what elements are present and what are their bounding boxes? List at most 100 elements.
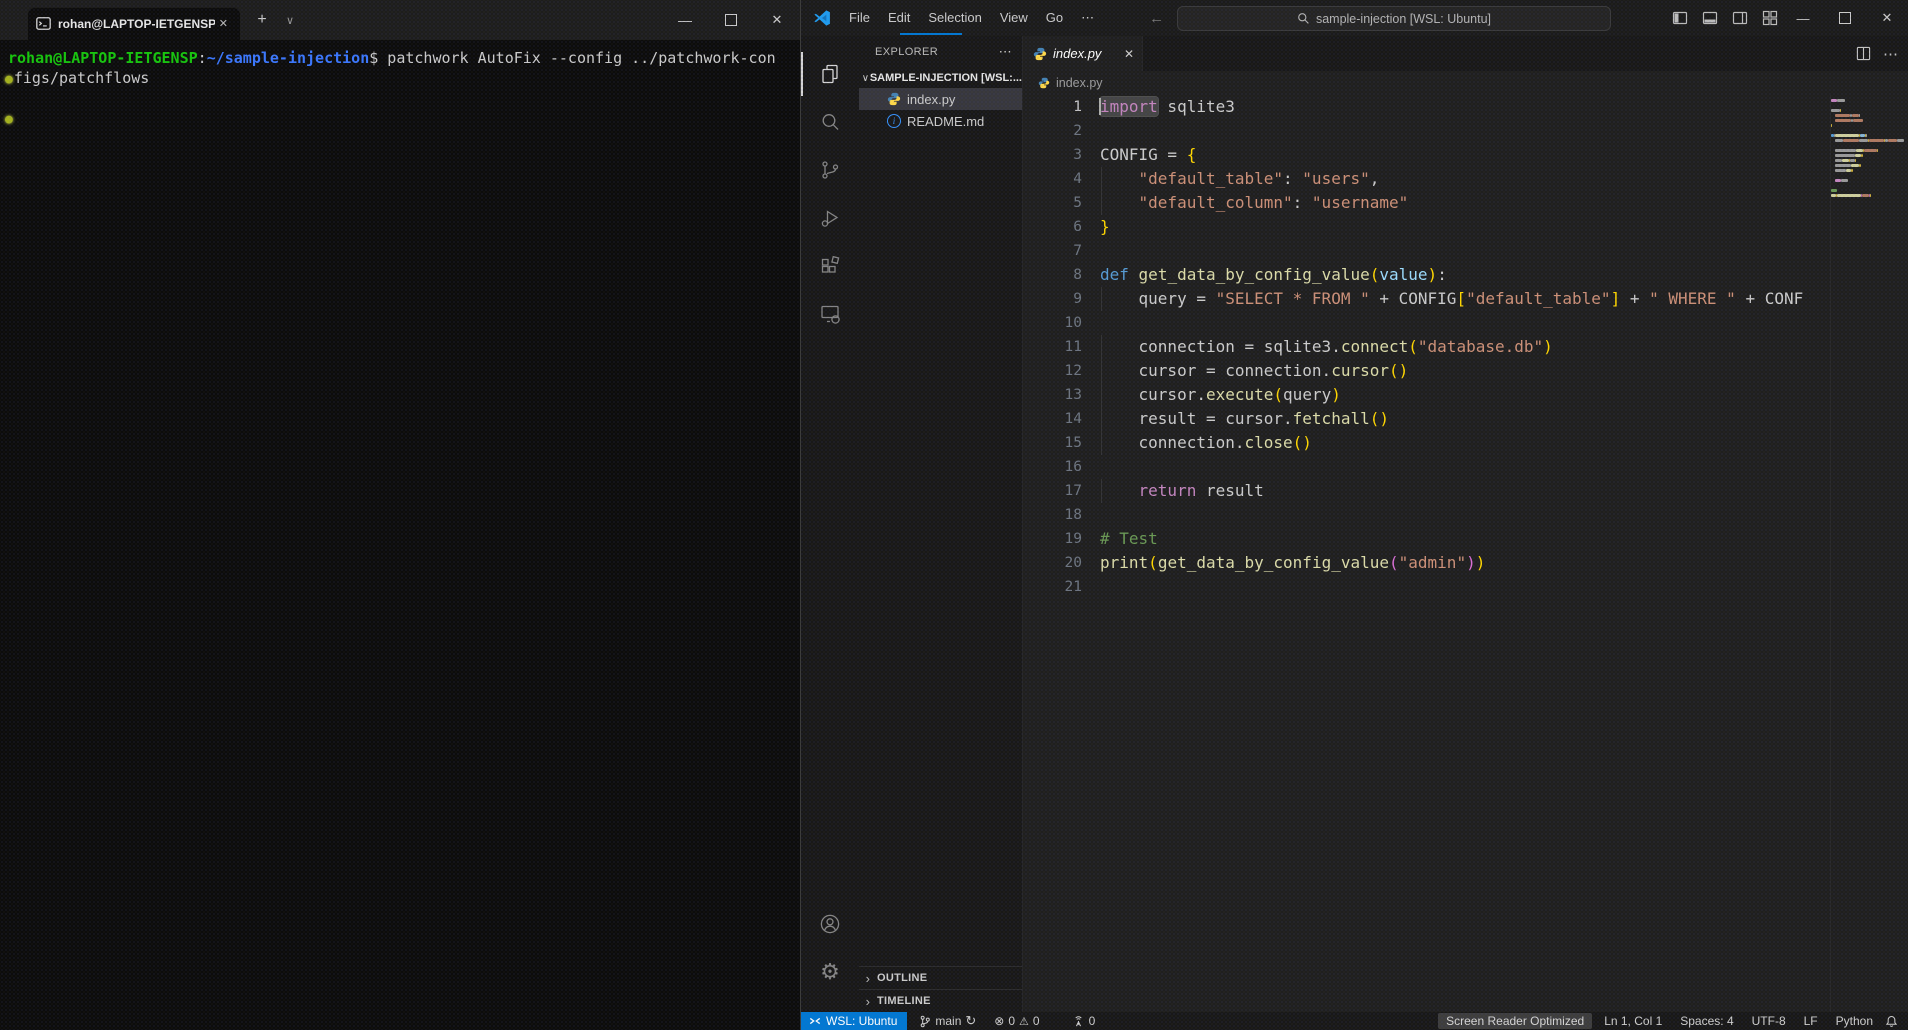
toggle-secondary-sidebar-icon[interactable]	[1732, 10, 1748, 26]
window-controls: — ✕	[1782, 0, 1908, 36]
tab-index-py[interactable]: index.py ✕	[1023, 36, 1143, 71]
code-line-1[interactable]: 1 import sqlite3	[1023, 95, 1830, 119]
code-line-11[interactable]: 11 connection = sqlite3.connect("databas…	[1023, 335, 1830, 359]
terminal-line: ●figs/patchflows	[5, 69, 150, 87]
terminal-window: rohan@LAPTOP-IETGENSP: ~/ ✕ + ∨ — ✕ roha…	[0, 0, 801, 1030]
toggle-panel-icon[interactable]	[1702, 10, 1718, 26]
code-line-17[interactable]: 17 return result	[1023, 479, 1830, 503]
explorer-more-icon[interactable]: ⋯	[999, 44, 1012, 60]
line-number: 21	[1064, 579, 1082, 595]
customize-layout-icon[interactable]	[1762, 10, 1778, 26]
menu-item-edit[interactable]: Edit	[879, 6, 919, 30]
code-line-6[interactable]: 6}	[1023, 215, 1830, 239]
menu-item-more[interactable]: ⋯	[1072, 6, 1103, 30]
spinner-icon: ●	[5, 72, 13, 87]
toggle-sidebar-icon[interactable]	[1672, 10, 1688, 26]
terminal-new-tab-button[interactable]: +	[248, 0, 276, 40]
vscode-logo-icon	[814, 10, 830, 26]
remote-icon	[809, 1017, 821, 1025]
code-line-3[interactable]: 3 CONFIG = {	[1023, 143, 1830, 167]
warning-icon: ⚠	[1019, 1015, 1029, 1028]
editor-more-actions-icon[interactable]: ⋯	[1883, 45, 1898, 63]
terminal-tab[interactable]: rohan@LAPTOP-IETGENSP: ~/ ✕	[28, 7, 240, 40]
workspace-section-header[interactable]: ∨ SAMPLE-INJECTION [WSL:...	[859, 68, 1022, 88]
branch-indicator[interactable]: main ↻	[913, 1013, 982, 1029]
line-number: 3	[1073, 147, 1082, 163]
menu-item-file[interactable]: File	[840, 6, 879, 30]
code-line-16[interactable]: 16	[1023, 455, 1830, 479]
code-line-12[interactable]: 12 cursor = connection.cursor()	[1023, 359, 1830, 383]
chevron-down-icon: ∨	[861, 72, 870, 84]
file-label: index.py	[907, 91, 956, 107]
code-line-14[interactable]: 14 result = cursor.fetchall()	[1023, 407, 1830, 431]
vscode-minimize-button[interactable]: —	[1782, 0, 1824, 36]
language-mode[interactable]: Python	[1830, 1014, 1879, 1028]
activity-bar: ⚙	[801, 36, 859, 1012]
ports-indicator[interactable]: 0	[1066, 1014, 1102, 1028]
line-number: 5	[1073, 195, 1082, 211]
accounts-icon[interactable]	[801, 902, 859, 946]
terminal-tab-close-icon[interactable]: ✕	[215, 15, 232, 32]
code-line-19[interactable]: 19 # Test	[1023, 527, 1830, 551]
settings-gear-icon[interactable]: ⚙	[801, 950, 859, 994]
screen-reader-badge[interactable]: Screen Reader Optimized	[1438, 1013, 1593, 1029]
editor-tab-bar: index.py ✕ ⋯	[1023, 36, 1908, 71]
extensions-icon[interactable]	[801, 244, 859, 288]
eol-setting[interactable]: LF	[1798, 1014, 1824, 1028]
search-text: sample-injection [WSL: Ubuntu]	[1315, 11, 1492, 26]
code-line-5[interactable]: 5 "default_column": "username"	[1023, 191, 1830, 215]
run-debug-icon[interactable]	[801, 196, 859, 240]
maximize-icon	[725, 14, 737, 26]
outline-panel-header[interactable]: › OUTLINE	[859, 966, 1022, 989]
line-number: 15	[1064, 435, 1082, 451]
command-center-search[interactable]: sample-injection [WSL: Ubuntu]	[1177, 6, 1611, 31]
sync-icon[interactable]: ↻	[965, 1013, 976, 1029]
terminal-output[interactable]: rohan@LAPTOP-IETGENSP:~/sample-injection…	[5, 48, 796, 1030]
menu-item-selection[interactable]: Selection	[919, 6, 990, 30]
cursor-position[interactable]: Ln 1, Col 1	[1598, 1014, 1668, 1028]
python-icon	[887, 92, 901, 106]
indentation-setting[interactable]: Spaces: 4	[1674, 1014, 1739, 1028]
breadcrumb[interactable]: index.py	[1023, 71, 1908, 95]
explorer-icon[interactable]	[801, 52, 859, 96]
timeline-panel-header[interactable]: › TIMELINE	[859, 989, 1022, 1012]
code-line-4[interactable]: 4 "default_table": "users",	[1023, 167, 1830, 191]
terminal-tab-dropdown-icon[interactable]: ∨	[278, 0, 302, 40]
file-item-readme-md[interactable]: i README.md	[859, 110, 1022, 132]
line-number: 19	[1064, 531, 1082, 547]
file-item-index-py[interactable]: index.py	[859, 88, 1022, 110]
vscode-close-button[interactable]: ✕	[1866, 0, 1908, 36]
back-arrow-icon[interactable]: ←	[1149, 10, 1164, 27]
code-editor[interactable]: 1 import sqlite3 2 3 CONFIG = {4 "default_ta…	[1023, 95, 1830, 1012]
code-line-21[interactable]: 21	[1023, 575, 1830, 599]
code-line-2[interactable]: 2	[1023, 119, 1830, 143]
source-control-icon[interactable]	[801, 148, 859, 192]
menu-item-go[interactable]: Go	[1037, 6, 1072, 30]
tab-close-icon[interactable]: ✕	[1124, 47, 1134, 61]
remote-explorer-icon[interactable]	[801, 292, 859, 336]
minimap[interactable]	[1830, 95, 1908, 1012]
terminal-minimize-button[interactable]: —	[662, 0, 708, 40]
terminal-close-button[interactable]: ✕	[754, 0, 800, 40]
code-line-13[interactable]: 13 cursor.execute(query)	[1023, 383, 1830, 407]
terminal-maximize-button[interactable]	[708, 0, 754, 40]
remote-indicator[interactable]: WSL: Ubuntu	[801, 1012, 908, 1030]
search-view-icon[interactable]	[801, 100, 859, 144]
code-line-10[interactable]: 10	[1023, 311, 1830, 335]
encoding-setting[interactable]: UTF-8	[1746, 1014, 1792, 1028]
line-number: 9	[1073, 291, 1082, 307]
split-editor-icon[interactable]	[1856, 46, 1871, 61]
code-line-8[interactable]: 8 def get_data_by_config_value(value):	[1023, 263, 1830, 287]
code-line-9[interactable]: 9 query = "SELECT * FROM " + CONFIG["def…	[1023, 287, 1830, 311]
vscode-maximize-button[interactable]	[1824, 0, 1866, 36]
problems-indicator[interactable]: ⊗ 0 ⚠ 0	[988, 1014, 1045, 1028]
code-line-18[interactable]: 18	[1023, 503, 1830, 527]
bell-icon[interactable]	[1885, 1015, 1898, 1028]
menu-bar: File Edit Selection View Go ⋯	[840, 6, 1103, 30]
code-line-20[interactable]: 20 print(get_data_by_config_value("admin"…	[1023, 551, 1830, 575]
menu-item-view[interactable]: View	[991, 6, 1037, 30]
titlebar-progress-bar	[900, 33, 962, 35]
code-line-7[interactable]: 7	[1023, 239, 1830, 263]
chevron-right-icon: ›	[865, 993, 871, 1009]
code-line-15[interactable]: 15 connection.close()	[1023, 431, 1830, 455]
